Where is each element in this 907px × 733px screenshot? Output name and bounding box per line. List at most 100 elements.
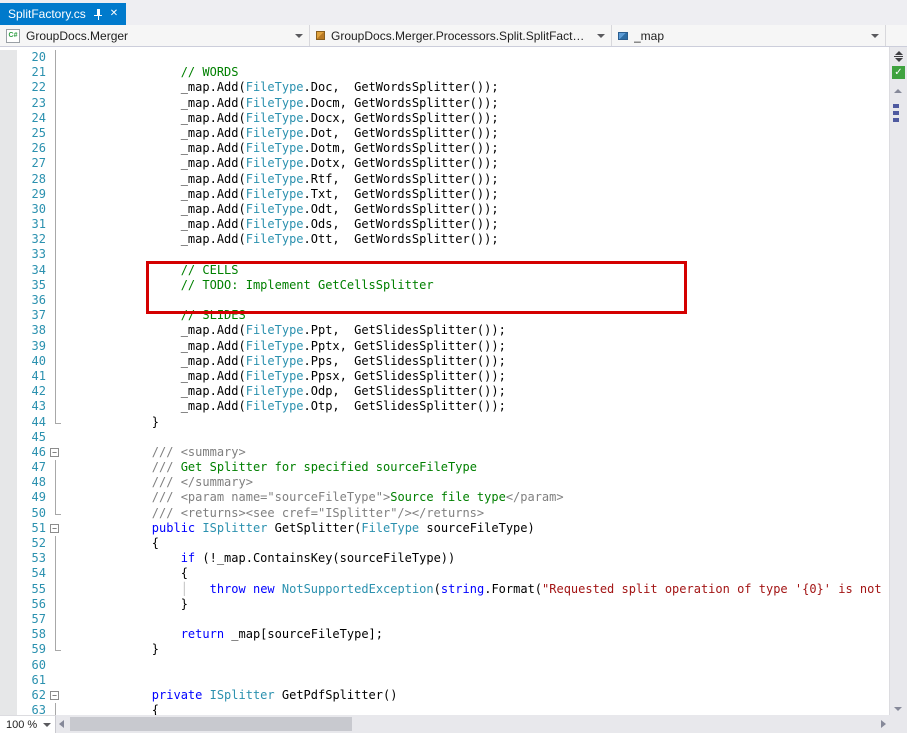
breakpoint-margin[interactable]	[0, 399, 17, 415]
breakpoint-margin[interactable]	[0, 672, 17, 688]
type-dropdown[interactable]: GroupDocs.Merger.Processors.Split.SplitF…	[310, 25, 612, 46]
horizontal-scrollbar[interactable]	[56, 715, 889, 733]
code-line[interactable]: 60	[0, 657, 889, 673]
code-line[interactable]: 31 _map.Add(FileType.Ods, GetWordsSplitt…	[0, 217, 889, 233]
collapse-box-icon[interactable]: −	[50, 523, 59, 533]
code-line[interactable]: 27 _map.Add(FileType.Dotx, GetWordsSplit…	[0, 156, 889, 172]
collapse-box-icon[interactable]: −	[50, 447, 59, 457]
code-line[interactable]: 59 }	[0, 642, 889, 658]
code-line[interactable]: 47 /// Get Splitter for specified source…	[0, 460, 889, 476]
member-dropdown[interactable]: _map	[612, 25, 886, 46]
outlining-margin[interactable]: −	[46, 521, 66, 536]
breakpoint-margin[interactable]	[0, 110, 17, 126]
outlining-margin[interactable]: −	[46, 688, 66, 703]
code-line[interactable]: 53 if (!_map.ContainsKey(sourceFileType)…	[0, 551, 889, 567]
outlining-margin[interactable]: −	[46, 445, 66, 460]
code-line[interactable]: 30 _map.Add(FileType.Odt, GetWordsSplitt…	[0, 201, 889, 218]
tab-splitfactory[interactable]: SplitFactory.cs ✕	[0, 3, 127, 25]
scroll-up-arrow-icon[interactable]	[894, 89, 902, 93]
close-icon[interactable]: ✕	[110, 9, 118, 19]
scroll-right-arrow-icon[interactable]	[881, 720, 886, 728]
code-editor[interactable]: 20 21 // WORDS 22 _map.Add(FileType.Doc, G…	[0, 47, 889, 715]
code-line[interactable]: 20	[0, 50, 889, 66]
breakpoint-margin[interactable]	[0, 65, 17, 81]
breakpoint-margin[interactable]	[0, 338, 17, 354]
breakpoint-margin[interactable]	[0, 277, 17, 293]
breakpoint-margin[interactable]	[0, 156, 17, 172]
breakpoint-margin[interactable]	[0, 505, 17, 521]
breakpoint-margin[interactable]	[0, 475, 17, 491]
breakpoint-margin[interactable]	[0, 353, 17, 369]
code-line[interactable]: 26 _map.Add(FileType.Dotm, GetWordsSplit…	[0, 141, 889, 157]
code-line[interactable]: 43 _map.Add(FileType.Otp, GetSlidesSplit…	[0, 399, 889, 415]
code-line[interactable]: 51− public ISplitter GetSplitter(FileTyp…	[0, 520, 889, 536]
breakpoint-margin[interactable]	[0, 80, 17, 96]
breakpoint-margin[interactable]	[0, 611, 17, 628]
code-line[interactable]: 49 /// <param name="sourceFileType">Sour…	[0, 490, 889, 506]
breakpoint-margin[interactable]	[0, 186, 17, 202]
code-line[interactable]: 34 // CELLS	[0, 262, 889, 278]
code-line[interactable]: 54 {	[0, 566, 889, 582]
breakpoint-margin[interactable]	[0, 687, 17, 704]
breakpoint-margin[interactable]	[0, 217, 17, 233]
breakpoint-margin[interactable]	[0, 627, 17, 643]
code-line[interactable]: 45	[0, 429, 889, 445]
code-line[interactable]: 57	[0, 611, 889, 628]
pin-icon[interactable]	[93, 8, 103, 20]
breakpoint-margin[interactable]	[0, 95, 17, 111]
horizontal-scrollbar-thumb[interactable]	[70, 717, 352, 731]
breakpoint-margin[interactable]	[0, 566, 17, 582]
breakpoint-margin[interactable]	[0, 551, 17, 567]
breakpoint-margin[interactable]	[0, 460, 17, 476]
breakpoint-margin[interactable]	[0, 262, 17, 278]
code-line[interactable]: 39 _map.Add(FileType.Pptx, GetSlidesSpli…	[0, 338, 889, 354]
code-line[interactable]: 61	[0, 672, 889, 688]
breakpoint-margin[interactable]	[0, 308, 17, 324]
breakpoint-margin[interactable]	[0, 368, 17, 385]
collapse-box-icon[interactable]: −	[50, 690, 59, 700]
code-line[interactable]: 32 _map.Add(FileType.Ott, GetWordsSplitt…	[0, 232, 889, 248]
code-line[interactable]: 56 }	[0, 596, 889, 612]
breakpoint-margin[interactable]	[0, 414, 17, 430]
code-line[interactable]: 62− private ISplitter GetPdfSplitter()	[0, 687, 889, 704]
code-line[interactable]: 50 /// <returns><see cref="ISplitter"/><…	[0, 505, 889, 521]
code-line[interactable]: 35 // TODO: Implement GetCellsSplitter	[0, 277, 889, 293]
code-line[interactable]: 41 _map.Add(FileType.Ppsx, GetSlidesSpli…	[0, 368, 889, 385]
breakpoint-margin[interactable]	[0, 429, 17, 445]
split-window-handle-icon[interactable]	[890, 49, 907, 63]
breakpoint-margin[interactable]	[0, 703, 17, 715]
code-line[interactable]: 37 // SLIDES	[0, 308, 889, 324]
breakpoint-margin[interactable]	[0, 171, 17, 187]
scroll-down-arrow-icon[interactable]	[894, 707, 902, 711]
code-line[interactable]: 23 _map.Add(FileType.Docm, GetWordsSplit…	[0, 95, 889, 111]
code-line[interactable]: 22 _map.Add(FileType.Doc, GetWordsSplitt…	[0, 80, 889, 96]
code-line[interactable]: 36	[0, 293, 889, 309]
code-line[interactable]: 38 _map.Add(FileType.Ppt, GetSlidesSplit…	[0, 323, 889, 339]
project-dropdown[interactable]: C# GroupDocs.Merger	[0, 25, 310, 46]
breakpoint-margin[interactable]	[0, 384, 17, 400]
breakpoint-margin[interactable]	[0, 125, 17, 142]
breakpoint-margin[interactable]	[0, 596, 17, 612]
code-line[interactable]: 52 {	[0, 536, 889, 552]
code-line[interactable]: 21 // WORDS	[0, 65, 889, 81]
code-line[interactable]: 46− /// <summary>	[0, 444, 889, 461]
code-line[interactable]: 29 _map.Add(FileType.Txt, GetWordsSplitt…	[0, 186, 889, 202]
breakpoint-margin[interactable]	[0, 201, 17, 218]
code-line[interactable]: 44 }	[0, 414, 889, 430]
breakpoint-margin[interactable]	[0, 642, 17, 658]
zoom-dropdown[interactable]: 100 %	[0, 715, 56, 733]
code-line[interactable]: 24 _map.Add(FileType.Docx, GetWordsSplit…	[0, 110, 889, 126]
breakpoint-margin[interactable]	[0, 247, 17, 263]
breakpoint-margin[interactable]	[0, 232, 17, 248]
code-line[interactable]: 48 /// </summary>	[0, 475, 889, 491]
breakpoint-margin[interactable]	[0, 581, 17, 597]
breakpoint-margin[interactable]	[0, 490, 17, 506]
breakpoint-margin[interactable]	[0, 536, 17, 552]
code-line[interactable]: 40 _map.Add(FileType.Pps, GetSlidesSplit…	[0, 353, 889, 369]
breakpoint-margin[interactable]	[0, 141, 17, 157]
code-line[interactable]: 33	[0, 247, 889, 263]
breakpoint-margin[interactable]	[0, 657, 17, 673]
code-health-check-icon[interactable]: ✓	[892, 66, 905, 79]
code-line[interactable]: 28 _map.Add(FileType.Rtf, GetWordsSplitt…	[0, 171, 889, 187]
scroll-left-arrow-icon[interactable]	[59, 720, 64, 728]
